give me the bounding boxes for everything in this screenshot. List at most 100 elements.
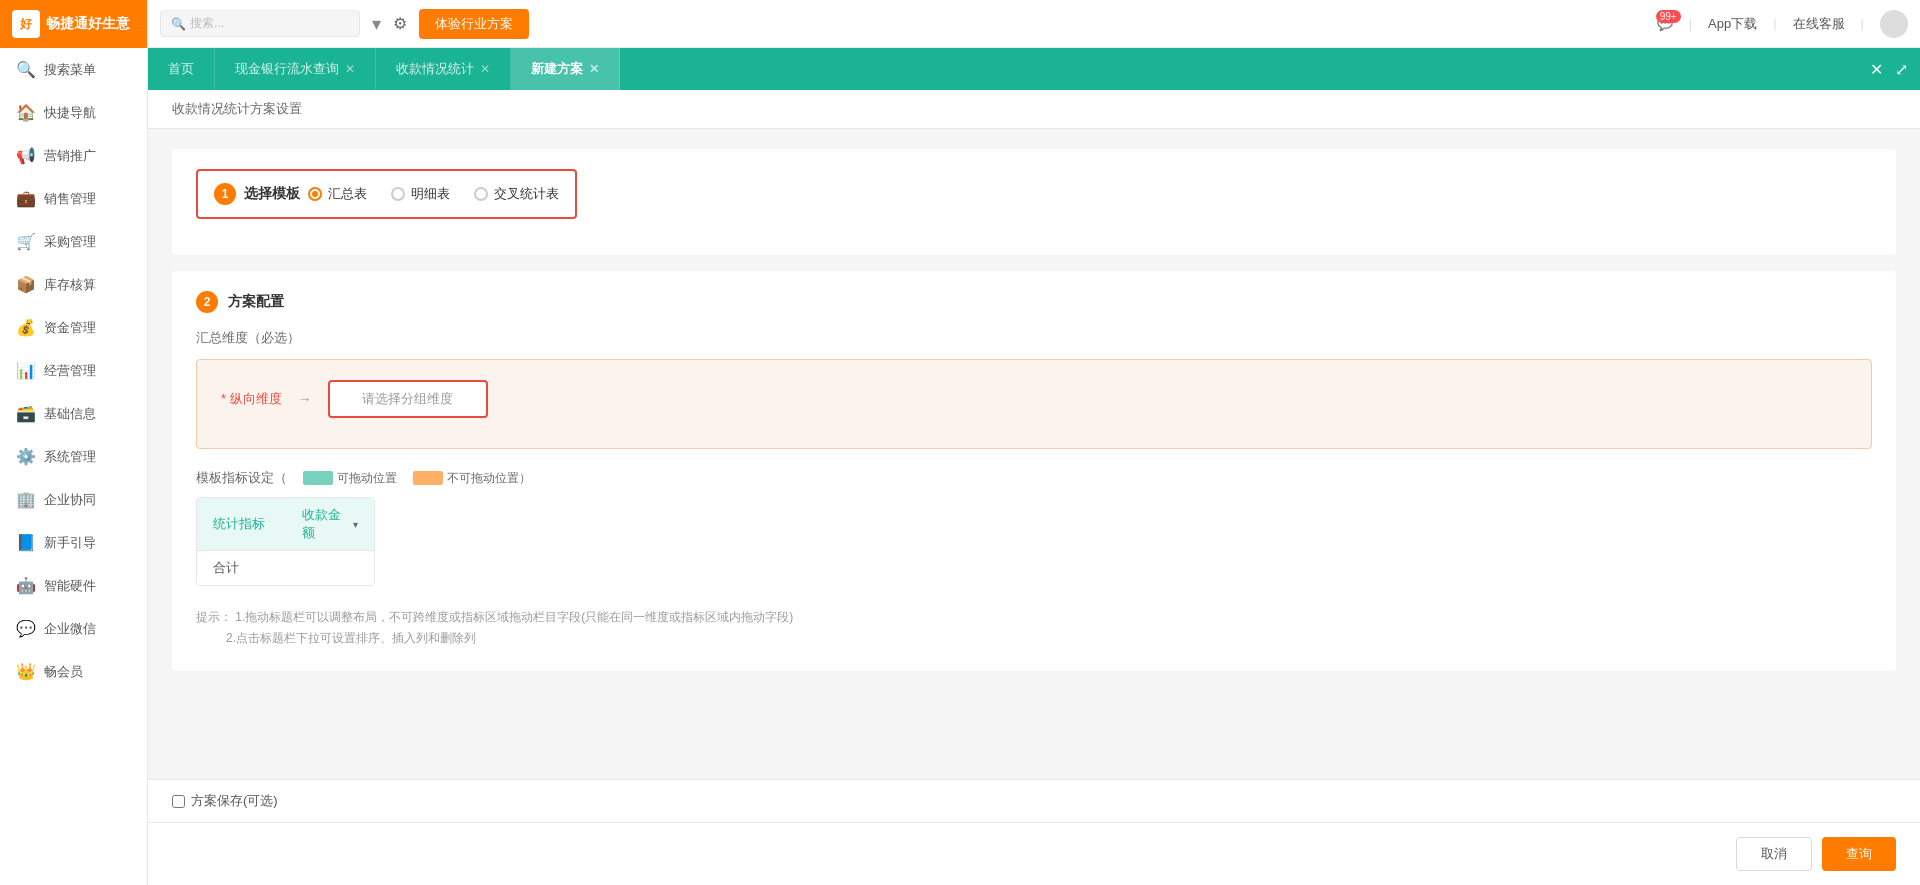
hardware-icon: 🤖 bbox=[16, 576, 36, 595]
system-icon: ⚙️ bbox=[16, 447, 36, 466]
sidebar-item-finance[interactable]: 💰 资金管理 bbox=[0, 306, 147, 349]
radio-cross-label: 交叉统计表 bbox=[494, 185, 559, 203]
notification-icon[interactable]: 💬 99+ bbox=[1657, 16, 1673, 31]
enterprise-icon: 🏢 bbox=[16, 490, 36, 509]
content-header: 收款情况统计方案设置 bbox=[148, 90, 1920, 129]
tab-receivables[interactable]: 收款情况统计 ✕ bbox=[376, 48, 511, 90]
save-plan-checkbox-label[interactable]: 方案保存(可选) bbox=[172, 792, 278, 810]
basic-icon: 🗃️ bbox=[16, 404, 36, 423]
step1-number: 1 bbox=[214, 183, 236, 205]
vertical-dim-label: * 纵向维度 bbox=[221, 390, 282, 408]
hint2: 2.点击标题栏下拉可设置排序、插入列和删除列 bbox=[196, 630, 1872, 647]
tab-cash-flow[interactable]: 现金银行流水查询 ✕ bbox=[215, 48, 376, 90]
arrow-icon: → bbox=[298, 391, 312, 407]
dim-select-box[interactable]: 请选择分组维度 bbox=[328, 380, 488, 418]
draggable-indicator: 可拖动位置 bbox=[303, 470, 397, 487]
summary-dimension-label: 汇总维度（必选） bbox=[196, 329, 1872, 347]
radio-summary-circle bbox=[308, 187, 322, 201]
sidebar-item-marketing[interactable]: 📢 营销推广 bbox=[0, 134, 147, 177]
action-bar: 取消 查询 bbox=[148, 822, 1920, 885]
radio-detail-circle bbox=[391, 187, 405, 201]
metrics-label-text: 模板指标设定（ bbox=[196, 469, 287, 487]
sidebar-item-label: 搜索菜单 bbox=[44, 61, 96, 79]
topbar-search-box[interactable]: 🔍 搜索... bbox=[160, 10, 360, 37]
draggable-icon bbox=[303, 471, 333, 485]
non-draggable-indicator: 不可拖动位置） bbox=[413, 470, 531, 487]
sidebar-item-system[interactable]: ⚙️ 系统管理 bbox=[0, 435, 147, 478]
search-icon: 🔍 bbox=[16, 60, 36, 79]
metrics-header-row: 统计指标 收款金额 ▾ bbox=[197, 498, 374, 551]
topbar-sep1: | bbox=[1689, 16, 1692, 31]
sidebar-item-basic[interactable]: 🗃️ 基础信息 bbox=[0, 392, 147, 435]
summary-dimension-section: 汇总维度（必选） * 纵向维度 → 请选择分组维度 bbox=[196, 329, 1872, 449]
metrics-column-label: 收款金额 bbox=[302, 506, 350, 542]
sidebar-item-purchase[interactable]: 🛒 采购管理 bbox=[0, 220, 147, 263]
step2-section: 2 方案配置 汇总维度（必选） * 纵向维度 → 请选择分组维度 bbox=[172, 271, 1896, 671]
radio-summary[interactable]: 汇总表 bbox=[308, 185, 367, 203]
sidebar-item-wechat[interactable]: 💬 企业微信 bbox=[0, 607, 147, 650]
dimension-area: * 纵向维度 → 请选择分组维度 bbox=[196, 359, 1872, 449]
sidebar-item-label: 销售管理 bbox=[44, 190, 96, 208]
sidebar-item-nav[interactable]: 🏠 快捷导航 bbox=[0, 91, 147, 134]
step2-title: 方案配置 bbox=[228, 293, 284, 311]
sidebar-item-label: 企业协同 bbox=[44, 491, 96, 509]
sidebar-item-label: 系统管理 bbox=[44, 448, 96, 466]
tab-home-label: 首页 bbox=[168, 60, 194, 78]
close-receivables-icon[interactable]: ✕ bbox=[480, 62, 490, 76]
radio-detail-label: 明细表 bbox=[411, 185, 450, 203]
step1-title: 选择模板 bbox=[244, 185, 300, 203]
draggable-label: 可拖动位置 bbox=[337, 470, 397, 487]
metrics-total-row: 合计 bbox=[197, 551, 374, 585]
marketing-icon: 📢 bbox=[16, 146, 36, 165]
inventory-icon: 📦 bbox=[16, 275, 36, 294]
avatar[interactable] bbox=[1880, 10, 1908, 38]
sidebar-item-inventory[interactable]: 📦 库存核算 bbox=[0, 263, 147, 306]
chevron-down-icon[interactable]: ▾ bbox=[372, 13, 381, 35]
tab-cash-flow-label: 现金银行流水查询 bbox=[235, 60, 339, 78]
metrics-column-header[interactable]: 收款金额 ▾ bbox=[286, 498, 375, 550]
guide-icon: 📘 bbox=[16, 533, 36, 552]
save-plan-checkbox[interactable] bbox=[172, 795, 185, 808]
hint1: 提示： 1.拖动标题栏可以调整布局，不可跨维度或指标区域拖动栏目字段(只能在同一… bbox=[196, 609, 1872, 626]
step1-header: 1 选择模板 汇总表 明细表 bbox=[196, 169, 1872, 219]
radio-detail[interactable]: 明细表 bbox=[391, 185, 450, 203]
sales-icon: 💼 bbox=[16, 189, 36, 208]
window-close-icon[interactable]: ✕ bbox=[1870, 60, 1883, 79]
search-placeholder-text: 搜索... bbox=[190, 15, 224, 32]
gear-icon[interactable]: ⚙ bbox=[393, 14, 407, 33]
sidebar-item-member[interactable]: 👑 畅会员 bbox=[0, 650, 147, 693]
page-title: 收款情况统计方案设置 bbox=[172, 101, 302, 116]
close-new-plan-icon[interactable]: ✕ bbox=[589, 62, 599, 76]
sidebar-item-label: 库存核算 bbox=[44, 276, 96, 294]
tab-new-plan[interactable]: 新建方案 ✕ bbox=[511, 48, 620, 90]
sidebar-item-label: 企业微信 bbox=[44, 620, 96, 638]
metrics-total-label: 合计 bbox=[213, 560, 239, 575]
close-cash-flow-icon[interactable]: ✕ bbox=[345, 62, 355, 76]
query-button[interactable]: 查询 bbox=[1822, 837, 1896, 871]
metrics-section-title: 统计指标 bbox=[197, 507, 286, 541]
sidebar-item-operations[interactable]: 📊 经营管理 bbox=[0, 349, 147, 392]
topbar-right: 💬 99+ | App下载 | 在线客服 | bbox=[1657, 10, 1908, 38]
cancel-button[interactable]: 取消 bbox=[1736, 837, 1812, 871]
sidebar-logo: 好 畅捷通好生意 bbox=[0, 0, 147, 48]
sidebar-item-hardware[interactable]: 🤖 智能硬件 bbox=[0, 564, 147, 607]
radio-cross-circle bbox=[474, 187, 488, 201]
online-support-link[interactable]: 在线客服 bbox=[1793, 15, 1845, 33]
sidebar-item-sales[interactable]: 💼 销售管理 bbox=[0, 177, 147, 220]
app-download-link[interactable]: App下载 bbox=[1708, 15, 1757, 33]
tab-home[interactable]: 首页 bbox=[148, 48, 215, 90]
radio-summary-label: 汇总表 bbox=[328, 185, 367, 203]
dim-placeholder: 请选择分组维度 bbox=[362, 390, 453, 408]
sidebar-item-guide[interactable]: 📘 新手引导 bbox=[0, 521, 147, 564]
purchase-icon: 🛒 bbox=[16, 232, 36, 251]
wechat-icon: 💬 bbox=[16, 619, 36, 638]
window-expand-icon[interactable]: ⤢ bbox=[1895, 60, 1908, 79]
metrics-section: 模板指标设定（ 可拖动位置 不可拖动位置） 统计 bbox=[196, 469, 1872, 589]
save-plan-label: 方案保存(可选) bbox=[191, 792, 278, 810]
sidebar: 好 畅捷通好生意 🔍 搜索菜单 🏠 快捷导航 📢 营销推广 💼 销售管理 🛒 采… bbox=[0, 0, 148, 885]
trial-button[interactable]: 体验行业方案 bbox=[419, 9, 529, 39]
sidebar-item-search[interactable]: 🔍 搜索菜单 bbox=[0, 48, 147, 91]
non-draggable-icon bbox=[413, 471, 443, 485]
radio-cross[interactable]: 交叉统计表 bbox=[474, 185, 559, 203]
sidebar-item-enterprise[interactable]: 🏢 企业协同 bbox=[0, 478, 147, 521]
